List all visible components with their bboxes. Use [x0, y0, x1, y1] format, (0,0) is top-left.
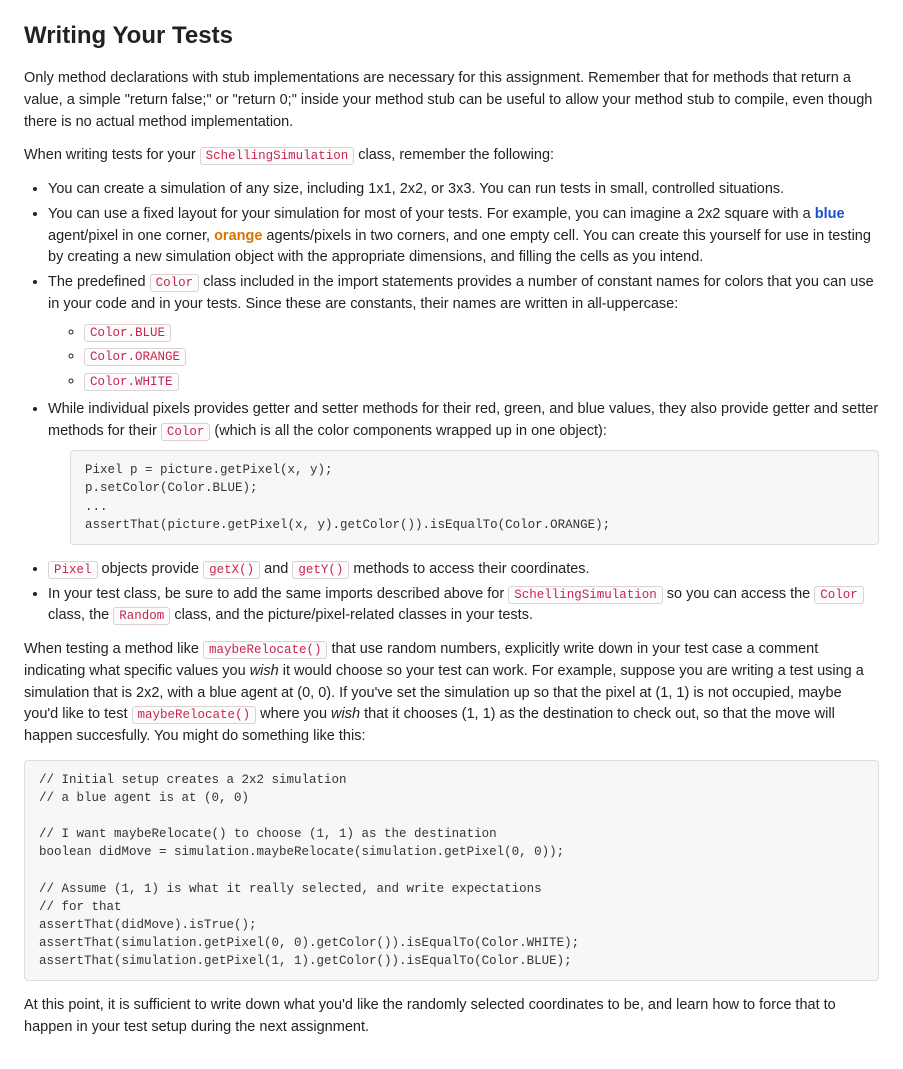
text: objects provide [98, 561, 204, 577]
inline-code-color-orange: Color.ORANGE [84, 348, 186, 366]
inline-code-color-white: Color.WHITE [84, 373, 179, 391]
text: When writing tests for your [24, 147, 200, 163]
bullet-fixed-layout: You can use a fixed layout for your simu… [48, 204, 879, 269]
code-block-pixel-example: Pixel p = picture.getPixel(x, y); p.setC… [70, 450, 879, 545]
text: In your test class, be sure to add the s… [48, 586, 508, 602]
inline-code-color-blue: Color.BLUE [84, 324, 171, 342]
inline-code-schellingsimulation: SchellingSimulation [200, 147, 355, 165]
text: (which is all the color components wrapp… [210, 423, 607, 439]
orange-text: orange [214, 228, 262, 244]
inline-code-getx: getX() [203, 561, 260, 579]
text: and [260, 561, 292, 577]
text: class, the [48, 607, 113, 623]
text: class, remember the following: [354, 147, 554, 163]
bullet-pixel-color-methods: While individual pixels provides getter … [48, 399, 879, 545]
bullet-imports: In your test class, be sure to add the s… [48, 584, 879, 628]
intro-paragraph-2: When writing tests for your SchellingSim… [24, 145, 879, 167]
page-heading: Writing Your Tests [24, 18, 879, 54]
intro-paragraph-1: Only method declarations with stub imple… [24, 68, 879, 133]
wish-italic: wish [331, 706, 360, 722]
text: The predefined [48, 274, 150, 290]
color-constants-list: Color.BLUE Color.ORANGE Color.WHITE [48, 322, 879, 393]
inline-code-schellingsimulation: SchellingSimulation [508, 586, 663, 604]
inline-code-color: Color [814, 586, 864, 604]
bullet-color-class: The predefined Color class included in t… [48, 272, 879, 393]
blue-text: blue [815, 206, 845, 222]
inline-code-mayberelocate: maybeRelocate() [132, 706, 257, 724]
text: agent/pixel in one corner, [48, 228, 214, 244]
list-item: Color.BLUE [84, 322, 879, 344]
wish-italic: wish [250, 663, 279, 679]
text: When testing a method like [24, 641, 203, 657]
text: where you [256, 706, 331, 722]
code-block-test-example: // Initial setup creates a 2x2 simulatio… [24, 760, 879, 981]
text: so you can access the [663, 586, 815, 602]
inline-code-color: Color [150, 274, 200, 292]
text: You can use a fixed layout for your simu… [48, 206, 815, 222]
inline-code-gety: getY() [292, 561, 349, 579]
text: methods to access their coordinates. [349, 561, 589, 577]
main-bullet-list: You can create a simulation of any size,… [24, 179, 879, 627]
inline-code-pixel: Pixel [48, 561, 98, 579]
bullet-pixel-coords: Pixel objects provide getX() and getY() … [48, 559, 879, 581]
list-item: Color.ORANGE [84, 346, 879, 368]
random-testing-paragraph: When testing a method like maybeRelocate… [24, 639, 879, 748]
inline-code-mayberelocate: maybeRelocate() [203, 641, 328, 659]
inline-code-color: Color [161, 423, 211, 441]
inline-code-random: Random [113, 607, 170, 625]
closing-paragraph: At this point, it is sufficient to write… [24, 995, 879, 1039]
bullet-simulation-size: You can create a simulation of any size,… [48, 179, 879, 201]
text: class, and the picture/pixel-related cla… [170, 607, 533, 623]
list-item: Color.WHITE [84, 371, 879, 393]
